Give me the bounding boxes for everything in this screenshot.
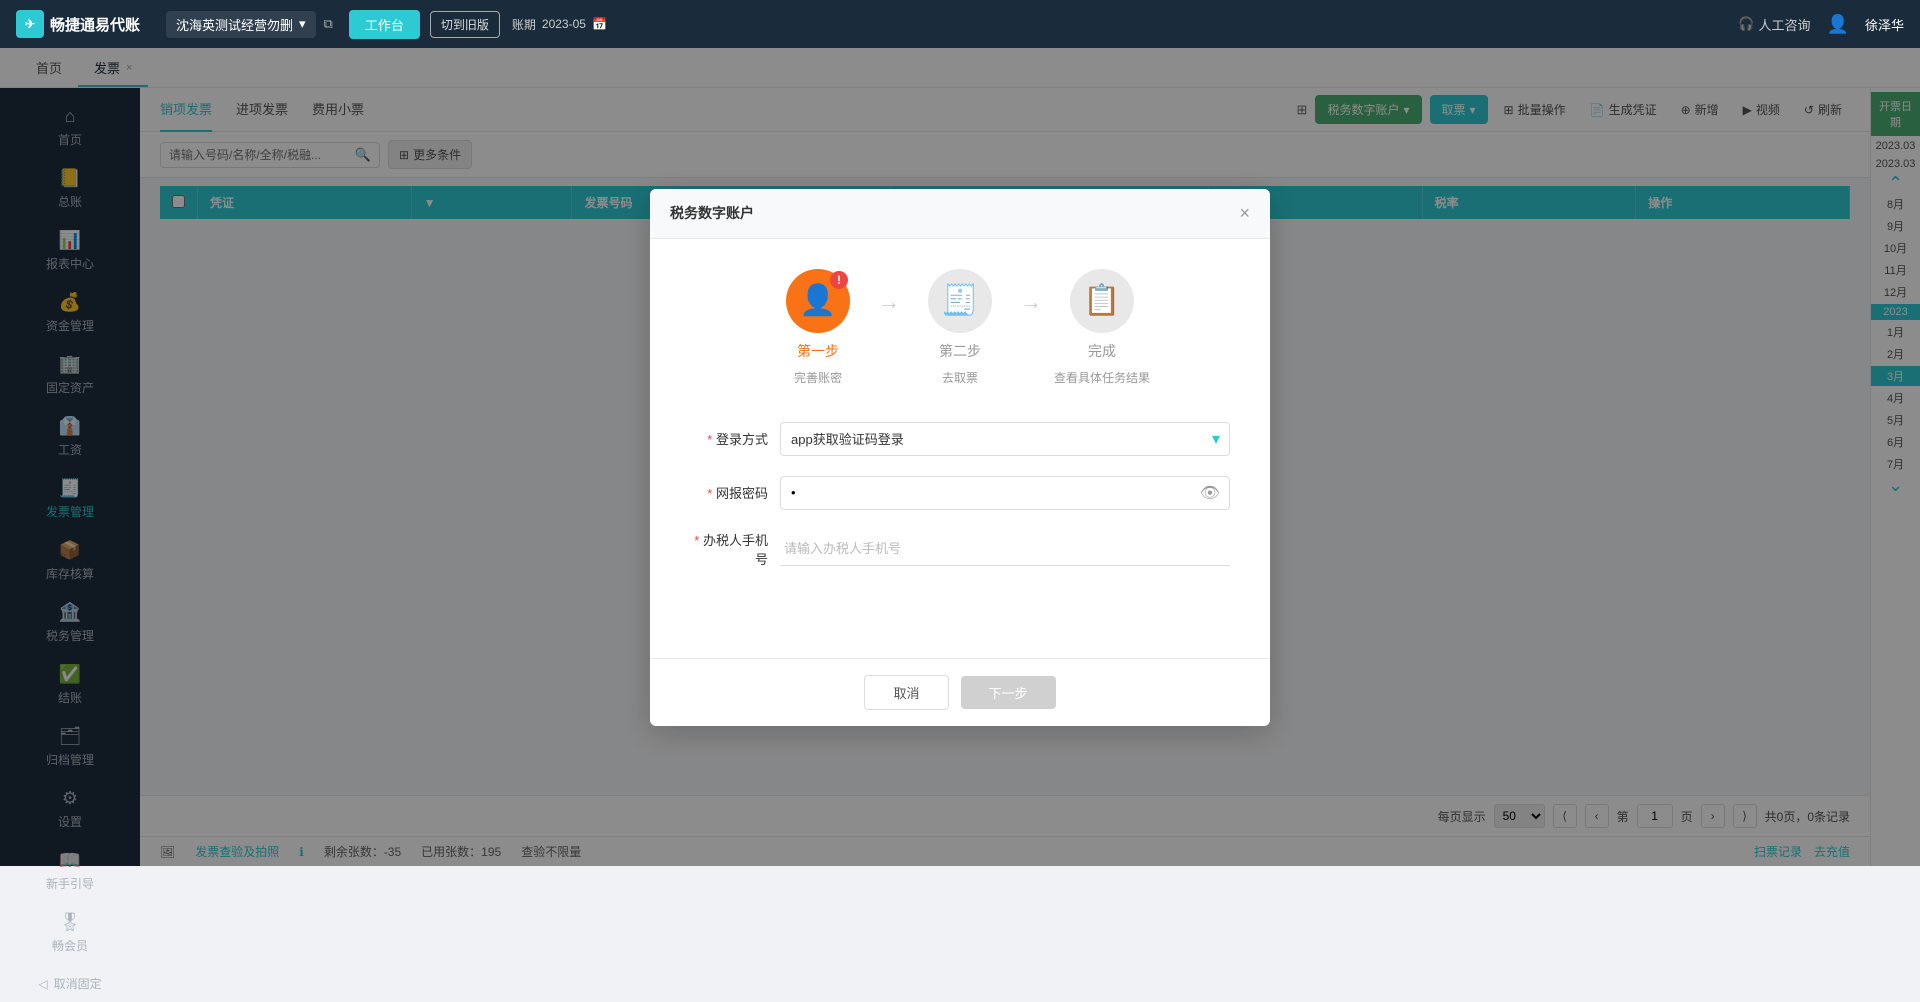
cancel-button[interactable]: 取消: [864, 675, 948, 710]
modal-form: * 登录方式 app获取验证码登录 ▾ * 网报密码: [690, 422, 1230, 568]
login-method-label: * 登录方式: [690, 429, 780, 448]
sidebar-label-guide: 新手引导: [46, 875, 94, 892]
steps-row: 👤 ! 第一步 完善账密 → 🧾 第二步 去取票 →: [690, 269, 1230, 386]
step-3-icon: 📋: [1083, 283, 1120, 318]
step-3-icon-wrap: 📋: [1070, 269, 1134, 333]
modal-overlay: 税务数字账户 × 👤 ! 第一步 完善账密 →: [0, 48, 1920, 866]
phone-required: *: [694, 533, 699, 548]
step-1: 👤 ! 第一步 完善账密: [768, 269, 868, 386]
company-selector[interactable]: 沈海英测试经营勿删 ▾: [166, 11, 316, 38]
tax-digital-modal: 税务数字账户 × 👤 ! 第一步 完善账密 →: [650, 189, 1270, 726]
eye-icon[interactable]: 👁: [1200, 483, 1220, 503]
period-label: 账期: [512, 16, 536, 33]
step-2-icon-wrap: 🧾: [928, 269, 992, 333]
modal-title: 税务数字账户: [670, 203, 754, 223]
company-dropdown-icon: ▾: [299, 16, 306, 32]
modal-close-button[interactable]: ×: [1239, 203, 1250, 224]
form-spacer: [690, 588, 1230, 628]
modal-footer: 取消 下一步: [650, 658, 1270, 726]
step-3: 📋 完成 查看具体任务结果: [1052, 269, 1152, 386]
app-logo: ✈ 畅捷通易代账: [16, 10, 156, 38]
avatar-icon: 👤: [1827, 14, 1849, 35]
pin-icon: ◁: [38, 977, 47, 991]
step-2-desc: 去取票: [942, 369, 978, 386]
step-2: 🧾 第二步 去取票: [910, 269, 1010, 386]
password-label: * 网报密码: [690, 483, 780, 502]
modal-header: 税务数字账户 ×: [650, 189, 1270, 239]
switch-old-button[interactable]: 切到旧版: [430, 11, 500, 38]
step-1-desc: 完善账密: [794, 369, 842, 386]
step-1-label: 第一步: [797, 341, 839, 361]
copy-icon[interactable]: ⧉: [324, 16, 333, 32]
service-button[interactable]: 🎧 人工咨询: [1738, 15, 1810, 34]
step-arrow-1: →: [878, 269, 900, 315]
next-button[interactable]: 下一步: [961, 676, 1056, 709]
headset-icon: 🎧: [1738, 16, 1754, 32]
password-input[interactable]: [780, 476, 1230, 510]
calendar-icon[interactable]: 📅: [592, 17, 607, 31]
step-1-error-badge: !: [830, 271, 848, 289]
password-required: *: [707, 486, 712, 501]
logo-icon: ✈: [16, 10, 44, 38]
sidebar-item-member[interactable]: 🎖 畅会员: [0, 902, 140, 964]
period-info: 账期 2023-05 📅: [512, 16, 607, 33]
step-1-icon: 👤: [799, 283, 836, 318]
header-right: 🎧 人工咨询 👤 徐泽华: [1738, 14, 1904, 35]
step-3-label: 完成: [1088, 341, 1116, 361]
password-input-wrap: 👁: [780, 476, 1230, 510]
cancel-fixed-label: 取消固定: [54, 975, 102, 992]
top-header: ✈ 畅捷通易代账 沈海英测试经营勿删 ▾ ⧉ 工作台 切到旧版 账期 2023-…: [0, 0, 1920, 48]
member-icon: 🎖: [59, 912, 82, 933]
company-name: 沈海英测试经营勿删: [176, 15, 293, 34]
sidebar-cancel-fixed[interactable]: ◁ 取消固定: [0, 964, 140, 1002]
form-row-phone: * 办税人手机号: [690, 530, 1230, 568]
service-label: 人工咨询: [1759, 15, 1811, 34]
phone-input[interactable]: [780, 532, 1230, 566]
period-value: 2023-05: [542, 17, 586, 31]
login-method-required: *: [707, 432, 712, 447]
modal-body: 👤 ! 第一步 完善账密 → 🧾 第二步 去取票 →: [650, 239, 1270, 658]
step-1-icon-wrap: 👤 !: [786, 269, 850, 333]
user-name[interactable]: 徐泽华: [1865, 15, 1904, 34]
app-name: 畅捷通易代账: [50, 14, 140, 35]
form-row-password: * 网报密码 👁: [690, 476, 1230, 510]
step-3-desc: 查看具体任务结果: [1054, 369, 1150, 386]
login-method-select[interactable]: app获取验证码登录: [780, 422, 1230, 456]
workbench-button[interactable]: 工作台: [349, 10, 420, 39]
phone-label: * 办税人手机号: [690, 530, 780, 568]
sidebar-label-member: 畅会员: [52, 937, 88, 954]
login-method-value: app获取验证码登录: [791, 429, 904, 448]
step-2-label: 第二步: [939, 341, 981, 361]
login-method-select-wrap: app获取验证码登录 ▾: [780, 422, 1230, 456]
step-arrow-2: →: [1020, 269, 1042, 315]
step-2-icon: 🧾: [941, 283, 978, 318]
form-row-login-method: * 登录方式 app获取验证码登录 ▾: [690, 422, 1230, 456]
